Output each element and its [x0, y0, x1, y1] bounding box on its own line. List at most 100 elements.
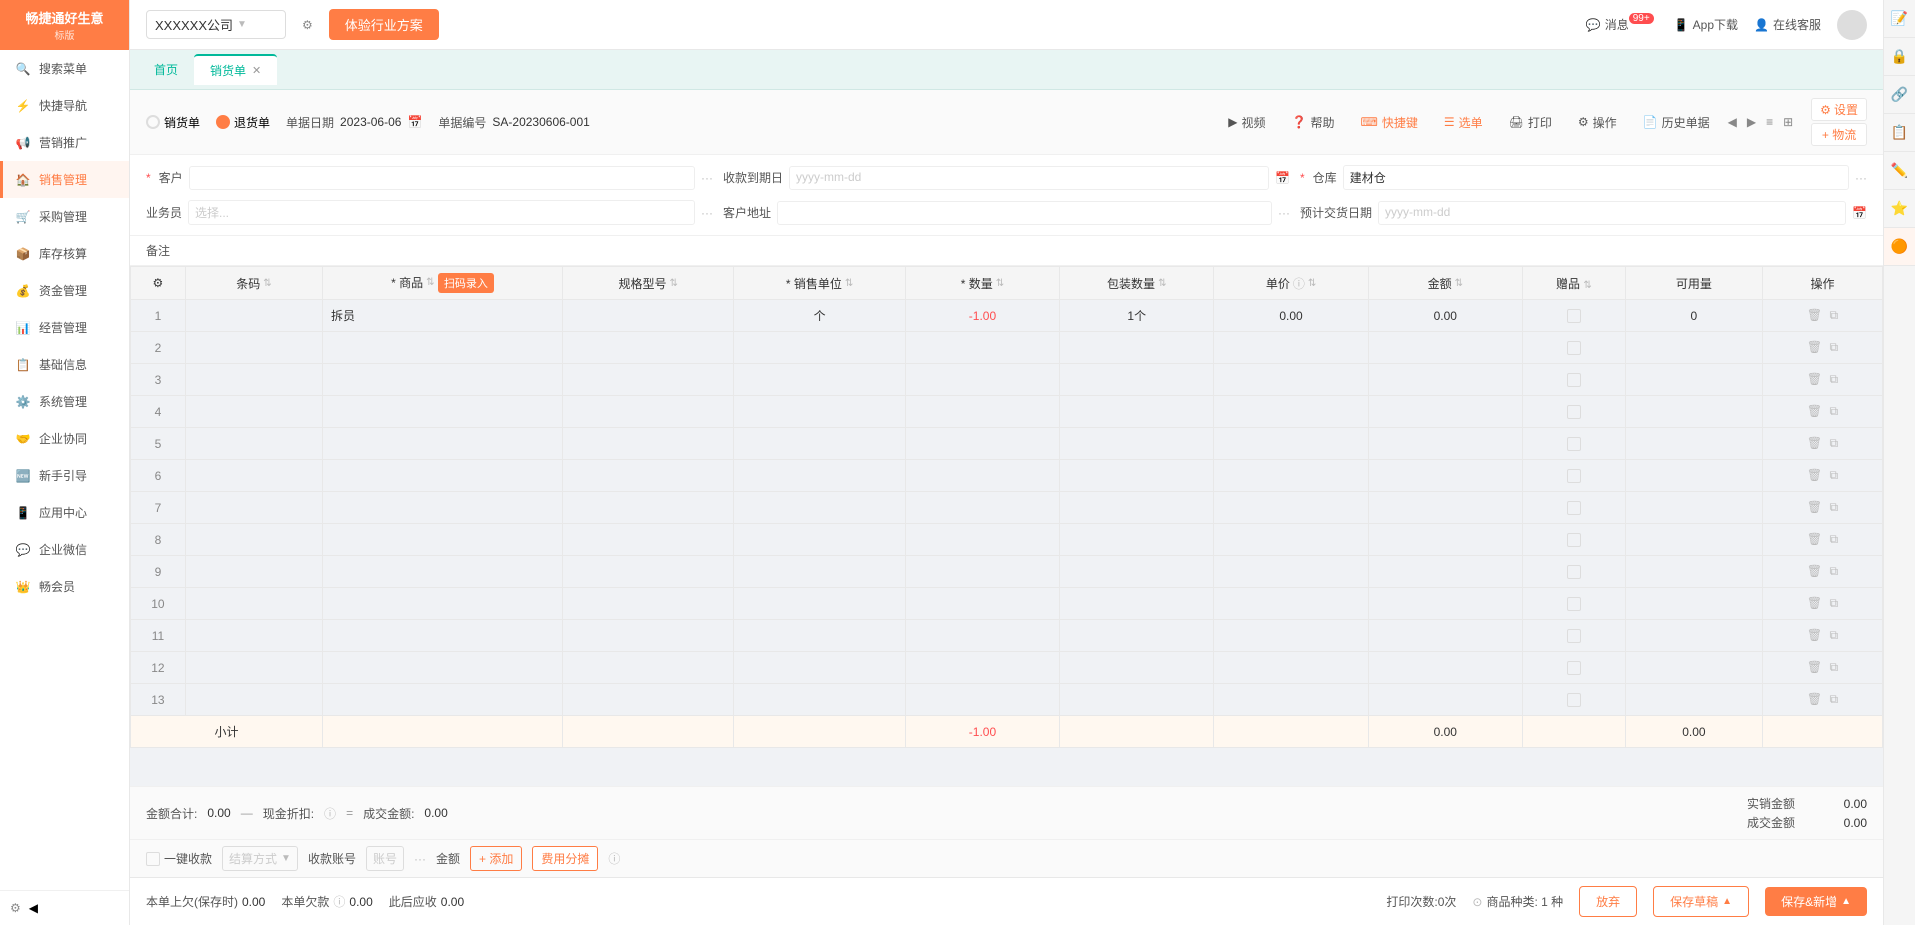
row-amount[interactable] — [1368, 556, 1522, 588]
address-dots[interactable]: ··· — [1278, 206, 1290, 220]
gift-checkbox[interactable] — [1567, 661, 1581, 675]
row-gift[interactable] — [1522, 460, 1625, 492]
row-product[interactable] — [322, 652, 562, 684]
row-price[interactable] — [1214, 460, 1368, 492]
payment-dots[interactable]: ··· — [414, 852, 426, 866]
company-settings-icon[interactable]: ⚙ — [298, 14, 317, 36]
help-btn[interactable]: ❓ 帮助 — [1284, 110, 1343, 135]
col-settings-header[interactable]: ⚙ — [131, 267, 186, 300]
gift-checkbox[interactable] — [1567, 469, 1581, 483]
row-gift[interactable] — [1522, 684, 1625, 716]
expected-date-input[interactable]: yyyy-mm-dd — [1378, 201, 1846, 225]
message-item[interactable]: 💬 消息 99+ — [1586, 16, 1658, 33]
right-panel-star[interactable]: ⭐ — [1884, 190, 1915, 228]
copy-icon[interactable]: ⧉ — [1829, 500, 1838, 514]
copy-icon[interactable]: ⧉ — [1829, 564, 1838, 578]
row-unit[interactable] — [734, 428, 905, 460]
row-qty[interactable] — [905, 556, 1059, 588]
row-price[interactable] — [1214, 492, 1368, 524]
right-panel-link[interactable]: 🔗 — [1884, 76, 1915, 114]
copy-icon[interactable]: ⧉ — [1829, 436, 1838, 450]
row-spec[interactable] — [562, 492, 733, 524]
sidebar-item-apps[interactable]: 📱 应用中心 — [0, 494, 129, 531]
gift-checkbox[interactable] — [1567, 437, 1581, 451]
delete-icon[interactable]: 🗑 — [1807, 596, 1822, 610]
row-price[interactable] — [1214, 620, 1368, 652]
row-price[interactable] — [1214, 428, 1368, 460]
row-spec[interactable] — [562, 620, 733, 652]
row-qty[interactable]: -1.00 — [905, 300, 1059, 332]
online-service-item[interactable]: 👤 在线客服 — [1754, 16, 1821, 33]
row-pkgqty[interactable] — [1060, 684, 1214, 716]
row-pkgqty[interactable] — [1060, 364, 1214, 396]
row-spec[interactable] — [562, 300, 733, 332]
add-button[interactable]: + 添加 — [470, 846, 522, 871]
row-amount[interactable] — [1368, 652, 1522, 684]
row-gift[interactable] — [1522, 524, 1625, 556]
abandon-button[interactable]: 放弃 — [1579, 886, 1637, 917]
settings-action-btn[interactable]: ⚙ 设置 — [1811, 98, 1867, 121]
row-amount[interactable] — [1368, 428, 1522, 460]
row-gift[interactable] — [1522, 332, 1625, 364]
history-btn[interactable]: 📄 历史单据 — [1635, 110, 1718, 135]
nav-prev-icon[interactable]: ◀ — [1728, 115, 1737, 129]
view-grid-icon[interactable]: ⊞ — [1783, 115, 1793, 129]
gift-checkbox[interactable] — [1567, 501, 1581, 515]
row-price[interactable] — [1214, 364, 1368, 396]
col-settings-icon[interactable]: ⚙ — [153, 276, 164, 290]
row-pkgqty[interactable]: 1个 — [1060, 300, 1214, 332]
row-product[interactable] — [322, 332, 562, 364]
row-amount[interactable] — [1368, 492, 1522, 524]
row-barcode[interactable] — [185, 460, 322, 492]
row-product[interactable] — [322, 364, 562, 396]
row-amount[interactable] — [1368, 620, 1522, 652]
row-pkgqty[interactable] — [1060, 396, 1214, 428]
right-panel-lock[interactable]: 🔒 — [1884, 38, 1915, 76]
row-qty[interactable] — [905, 332, 1059, 364]
row-product[interactable] — [322, 428, 562, 460]
delete-icon[interactable]: 🗑 — [1807, 628, 1822, 642]
save-draft-button[interactable]: 保存草稿 ▲ — [1653, 886, 1749, 917]
row-gift[interactable] — [1522, 428, 1625, 460]
radio-sales-order[interactable]: 销货单 — [146, 114, 200, 131]
row-spec[interactable] — [562, 364, 733, 396]
row-gift[interactable] — [1522, 364, 1625, 396]
row-pkgqty[interactable] — [1060, 620, 1214, 652]
row-barcode[interactable] — [185, 620, 322, 652]
delete-icon[interactable]: 🗑 — [1807, 436, 1822, 450]
payment-date-input[interactable]: yyyy-mm-dd — [789, 166, 1269, 190]
one-click-payment[interactable]: 一键收款 — [146, 850, 212, 867]
row-price[interactable] — [1214, 556, 1368, 588]
settings-icon[interactable]: ⚙ — [10, 901, 21, 915]
row-spec[interactable] — [562, 652, 733, 684]
delete-icon[interactable]: 🗑 — [1807, 404, 1822, 418]
pkgqty-sort-icon[interactable]: ⇅ — [1158, 278, 1166, 289]
print-btn[interactable]: 🖨 打印 — [1501, 110, 1560, 135]
row-product[interactable] — [322, 396, 562, 428]
row-qty[interactable] — [905, 652, 1059, 684]
row-unit[interactable] — [734, 684, 905, 716]
row-pkgqty[interactable] — [1060, 492, 1214, 524]
row-price[interactable] — [1214, 396, 1368, 428]
delete-icon[interactable]: 🗑 — [1807, 692, 1822, 706]
row-unit[interactable]: 个 — [734, 300, 905, 332]
sidebar-item-quick-nav[interactable]: ⚡ 快捷导航 — [0, 87, 129, 124]
row-pkgqty[interactable] — [1060, 332, 1214, 364]
row-pkgqty[interactable] — [1060, 556, 1214, 588]
right-panel-clipboard[interactable]: 📋 — [1884, 114, 1915, 152]
customer-address-input[interactable] — [777, 201, 1272, 225]
delete-icon[interactable]: 🗑 — [1807, 500, 1822, 514]
app-download-item[interactable]: 📱 App下载 — [1674, 16, 1738, 33]
row-barcode[interactable] — [185, 588, 322, 620]
save-new-button[interactable]: 保存&新增 ▲ — [1765, 887, 1867, 916]
logistics-action-btn[interactable]: + 物流 — [1811, 123, 1867, 146]
warehouse-input[interactable]: 建材仓 — [1343, 165, 1849, 190]
sidebar-item-inventory[interactable]: 📦 库存核算 — [0, 235, 129, 272]
row-gift[interactable] — [1522, 556, 1625, 588]
row-unit[interactable] — [734, 492, 905, 524]
row-product[interactable] — [322, 588, 562, 620]
row-barcode[interactable] — [185, 684, 322, 716]
salesperson-dots[interactable]: ··· — [701, 206, 713, 220]
warehouse-dots[interactable]: ··· — [1855, 171, 1867, 185]
row-pkgqty[interactable] — [1060, 524, 1214, 556]
